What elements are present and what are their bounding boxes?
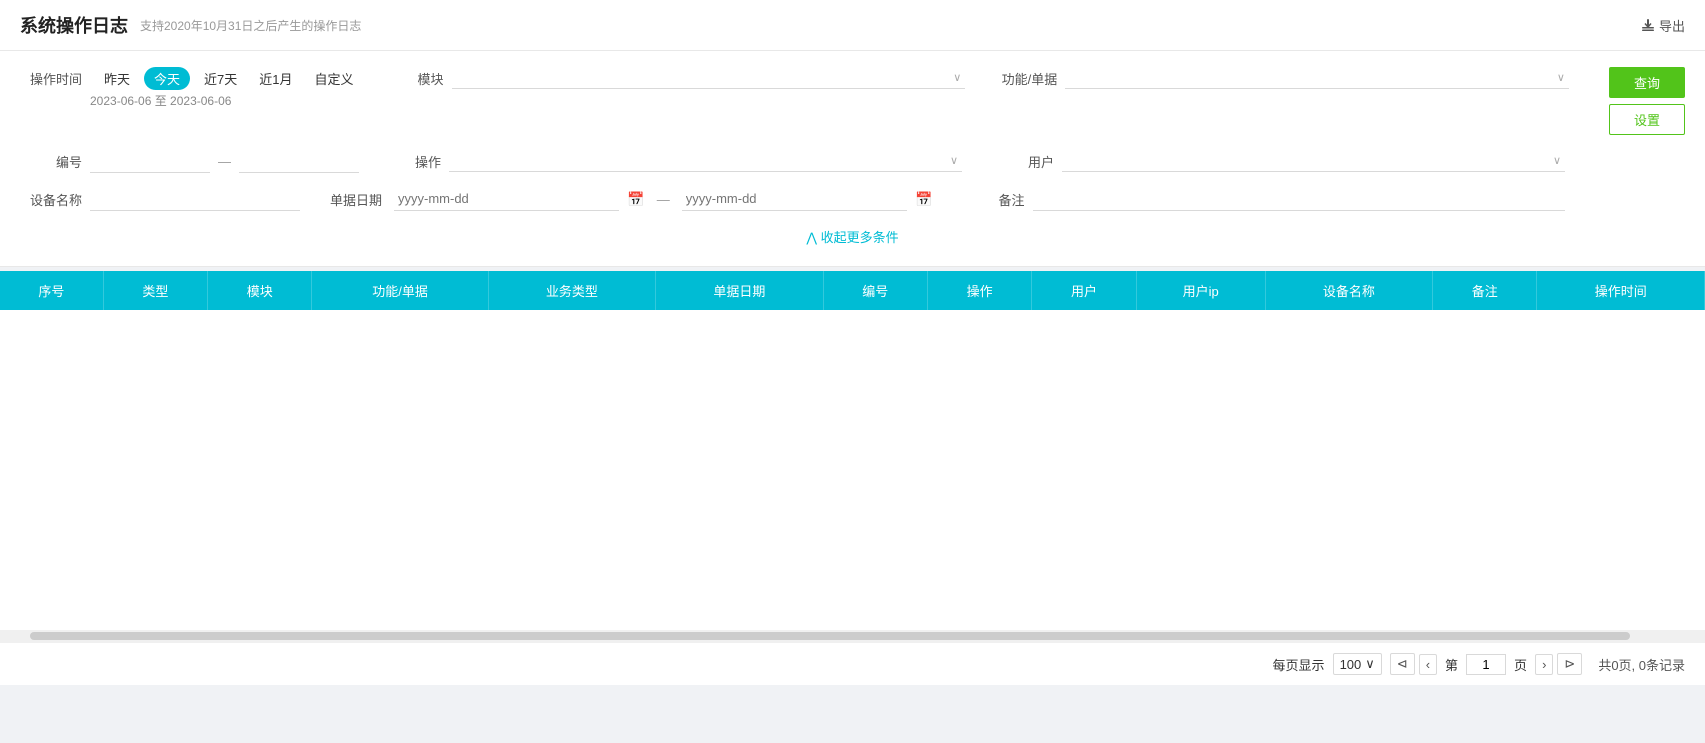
export-icon	[1641, 18, 1655, 32]
doc-date-label: 单据日期	[320, 190, 390, 209]
col-operation: 操作	[927, 271, 1031, 310]
device-label: 设备名称	[20, 190, 90, 209]
next-page-button[interactable]: ›	[1535, 654, 1553, 675]
first-page-button[interactable]: ⊲	[1390, 653, 1415, 675]
scrollbar-thumb[interactable]	[30, 632, 1630, 640]
table-header-row: 序号 类型 模块 功能/单据 业务类型 单据日期 编号 操作 用户 用户ip 设…	[0, 271, 1705, 310]
page-subtitle: 支持2020年10月31日之后产生的操作日志	[140, 17, 361, 34]
col-function: 功能/单据	[312, 271, 488, 310]
col-user: 用户	[1032, 271, 1136, 310]
horizontal-scrollbar[interactable]	[0, 630, 1705, 642]
col-biz-type: 业务类型	[488, 271, 655, 310]
page-number-input[interactable]	[1466, 654, 1506, 675]
last-page-button[interactable]: ⊳	[1557, 653, 1582, 675]
function-chevron-icon: ∨	[1557, 71, 1565, 84]
settings-button[interactable]: 设置	[1609, 104, 1685, 135]
col-device: 设备名称	[1265, 271, 1432, 310]
doc-date-dash: —	[657, 192, 670, 207]
number-input-from[interactable]	[90, 149, 210, 173]
export-button[interactable]: 导出	[1641, 16, 1685, 35]
pagination-nav: ⊲ ‹ 第 页 › ⊳	[1390, 653, 1583, 675]
collapse-bar[interactable]: ⋀ 收起更多条件	[20, 219, 1685, 250]
operation-select[interactable]: ∨	[449, 150, 962, 172]
operation-chevron-icon: ∨	[950, 154, 958, 167]
remark-label: 备注	[953, 190, 1033, 209]
col-type: 类型	[103, 271, 207, 310]
doc-date-to-input[interactable]	[682, 187, 907, 211]
time-btn-7days[interactable]: 近7天	[196, 67, 245, 90]
col-user-ip: 用户ip	[1136, 271, 1265, 310]
page-size-value: 100	[1340, 657, 1362, 672]
pagination-bar: 每页显示 100 ∨ ⊲ ‹ 第 页 › ⊳ 共0页, 0条记录	[0, 642, 1705, 685]
data-table: 序号 类型 模块 功能/单据 业务类型 单据日期 编号 操作 用户 用户ip 设…	[0, 271, 1705, 310]
collapse-label: 收起更多条件	[821, 230, 899, 245]
col-op-time: 操作时间	[1537, 271, 1705, 310]
col-index: 序号	[0, 271, 103, 310]
page-title: 系统操作日志	[20, 12, 128, 38]
total-text: 共0页, 0条记录	[1598, 655, 1685, 674]
col-number: 编号	[823, 271, 927, 310]
page-label: 第	[1445, 655, 1458, 674]
date-range-text: 2023-06-06 至 2023-06-06	[90, 92, 362, 109]
empty-area	[0, 310, 1705, 630]
collapse-icon: ⋀	[806, 230, 817, 245]
time-btn-1month[interactable]: 近1月	[251, 67, 300, 90]
time-button-group: 昨天 今天 近7天 近1月 自定义	[96, 67, 362, 90]
time-label: 操作时间	[20, 69, 90, 88]
doc-date-from-input[interactable]	[394, 187, 619, 211]
col-doc-date: 单据日期	[656, 271, 823, 310]
time-btn-custom[interactable]: 自定义	[307, 67, 362, 90]
table-area: 序号 类型 模块 功能/单据 业务类型 单据日期 编号 操作 用户 用户ip 设…	[0, 271, 1705, 630]
operation-label: 操作	[379, 152, 449, 171]
module-chevron-icon: ∨	[953, 71, 961, 84]
query-button[interactable]: 查询	[1609, 67, 1685, 98]
number-input-to[interactable]	[239, 149, 359, 173]
user-chevron-icon: ∨	[1553, 154, 1561, 167]
table-header: 序号 类型 模块 功能/单据 业务类型 单据日期 编号 操作 用户 用户ip 设…	[0, 271, 1705, 310]
prev-page-button[interactable]: ‹	[1419, 654, 1437, 675]
calendar-to-icon[interactable]: 📅	[915, 191, 932, 208]
module-select[interactable]: ∨	[452, 67, 966, 89]
action-buttons: 查询 设置	[1609, 67, 1685, 135]
function-select[interactable]: ∨	[1065, 67, 1569, 89]
calendar-from-icon[interactable]: 📅	[627, 191, 644, 208]
user-select[interactable]: ∨	[1062, 150, 1565, 172]
page-size-chevron-icon: ∨	[1365, 656, 1375, 672]
page-size-label: 每页显示	[1273, 655, 1325, 674]
remark-input[interactable]	[1033, 187, 1566, 211]
time-btn-today[interactable]: 今天	[144, 67, 190, 90]
page-size-select[interactable]: 100 ∨	[1333, 653, 1382, 675]
page-unit: 页	[1514, 655, 1527, 674]
filter-area: 操作时间 昨天 今天 近7天 近1月 自定义 2023-06-06 至 2023…	[0, 51, 1705, 267]
device-input[interactable]	[90, 187, 300, 211]
number-label: 编号	[20, 152, 90, 171]
col-module: 模块	[208, 271, 312, 310]
page-header: 系统操作日志 支持2020年10月31日之后产生的操作日志 导出	[0, 0, 1705, 51]
module-label: 模块	[382, 69, 452, 88]
number-dash: —	[218, 154, 231, 169]
time-btn-yesterday[interactable]: 昨天	[96, 67, 138, 90]
function-label: 功能/单据	[985, 69, 1065, 88]
col-remark: 备注	[1433, 271, 1537, 310]
user-label: 用户	[982, 152, 1062, 171]
